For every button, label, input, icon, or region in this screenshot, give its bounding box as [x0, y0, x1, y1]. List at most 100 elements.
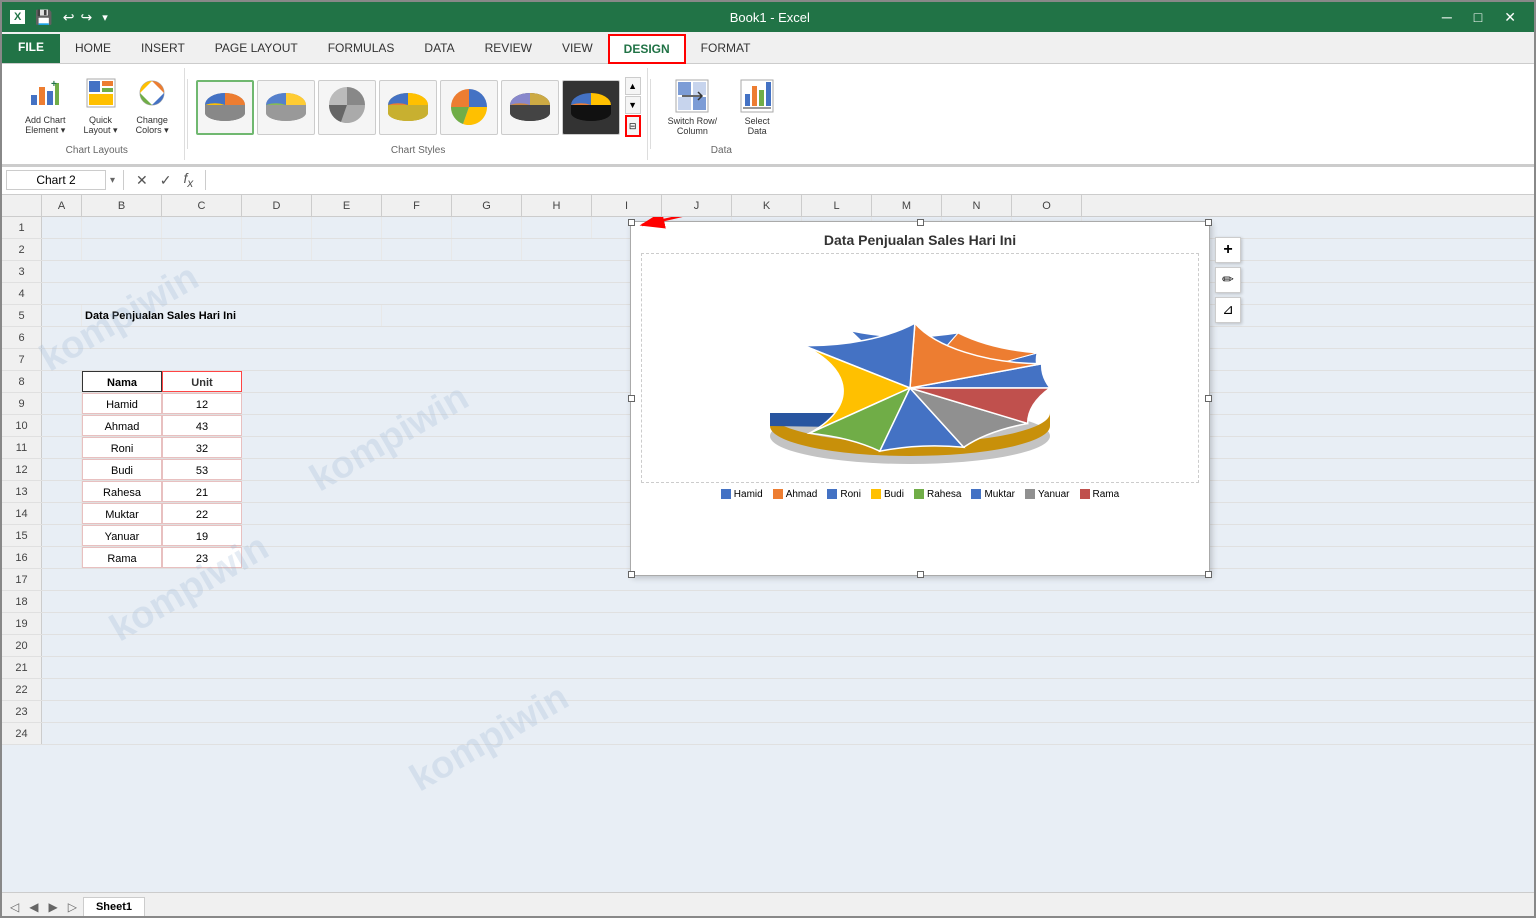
cell-b16[interactable]: Rama: [82, 547, 162, 568]
cell-g1[interactable]: [452, 217, 522, 238]
cell-f2[interactable]: [382, 239, 452, 260]
chart-handle-tc[interactable]: [917, 219, 924, 226]
undo-icon[interactable]: ↩: [63, 9, 75, 26]
sheet-nav-right[interactable]: ▷: [64, 898, 81, 916]
chart-style-7[interactable]: [562, 80, 620, 135]
col-header-g[interactable]: G: [452, 195, 522, 216]
add-chart-elements-btn[interactable]: +: [1215, 237, 1241, 263]
function-icon[interactable]: fx: [180, 170, 198, 190]
cell-b5-title[interactable]: Data Penjualan Sales Hari Ini: [82, 305, 382, 326]
col-header-n[interactable]: N: [942, 195, 1012, 216]
col-header-e[interactable]: E: [312, 195, 382, 216]
cell-b10[interactable]: Ahmad: [82, 415, 162, 436]
add-chart-element-button[interactable]: + Add ChartElement ▾: [18, 72, 73, 141]
switch-row-col-button[interactable]: Switch Row/Column: [661, 73, 725, 142]
cell-b12[interactable]: Budi: [82, 459, 162, 480]
chart-handle-tr[interactable]: [1205, 219, 1212, 226]
name-box-dropdown[interactable]: ▾: [110, 175, 115, 186]
cell-a11[interactable]: [42, 437, 82, 458]
chart-filters-btn[interactable]: ⊿: [1215, 297, 1241, 323]
cell-c13[interactable]: 21: [162, 481, 242, 502]
cell-a12[interactable]: [42, 459, 82, 480]
cell-a16[interactable]: [42, 547, 82, 568]
cell-a15[interactable]: [42, 525, 82, 546]
col-header-k[interactable]: K: [732, 195, 802, 216]
tab-view[interactable]: VIEW: [547, 34, 608, 63]
quick-layout-button[interactable]: QuickLayout ▾: [77, 72, 125, 141]
chart-handle-mr[interactable]: [1205, 395, 1212, 402]
chart-handle-bl[interactable]: [628, 571, 635, 578]
cell-b11[interactable]: Roni: [82, 437, 162, 458]
change-colors-button[interactable]: ChangeColors ▾: [129, 72, 176, 141]
cell-a10[interactable]: [42, 415, 82, 436]
cell-e1[interactable]: [312, 217, 382, 238]
cell-c11[interactable]: 32: [162, 437, 242, 458]
close-btn[interactable]: ✕: [1494, 7, 1526, 28]
cell-h1[interactable]: [522, 217, 592, 238]
cell-a8[interactable]: [42, 371, 82, 392]
col-header-j[interactable]: J: [662, 195, 732, 216]
sheet-nav-left[interactable]: ◁: [6, 898, 23, 916]
tab-insert[interactable]: INSERT: [126, 34, 200, 63]
cell-a13[interactable]: [42, 481, 82, 502]
tab-formulas[interactable]: FORMULAS: [313, 34, 410, 63]
chart-style-6[interactable]: [501, 80, 559, 135]
cell-b1[interactable]: [82, 217, 162, 238]
col-header-d[interactable]: D: [242, 195, 312, 216]
cell-c8-unit-header[interactable]: Unit: [162, 371, 242, 392]
cell-c16[interactable]: 23: [162, 547, 242, 568]
chart-handle-ml[interactable]: [628, 395, 635, 402]
cell-c1[interactable]: [162, 217, 242, 238]
cell-c12[interactable]: 53: [162, 459, 242, 480]
cell-b9[interactable]: Hamid: [82, 393, 162, 414]
col-header-h[interactable]: H: [522, 195, 592, 216]
name-box[interactable]: [6, 170, 106, 190]
save-icon[interactable]: 💾: [35, 9, 52, 26]
cell-g2[interactable]: [452, 239, 522, 260]
chart-style-1[interactable]: [196, 80, 254, 135]
cell-a9[interactable]: [42, 393, 82, 414]
col-header-a[interactable]: A: [42, 195, 82, 216]
redo-icon[interactable]: ↪: [81, 9, 93, 26]
cell-c2[interactable]: [162, 239, 242, 260]
sheet-nav-next[interactable]: ▶: [44, 898, 61, 916]
col-header-b[interactable]: B: [82, 195, 162, 216]
chart-style-2[interactable]: [257, 80, 315, 135]
cell-b13[interactable]: Rahesa: [82, 481, 162, 502]
cell-e2[interactable]: [312, 239, 382, 260]
cell-a5[interactable]: [42, 305, 82, 326]
tab-home[interactable]: HOME: [60, 34, 126, 63]
cell-c9[interactable]: 12: [162, 393, 242, 414]
chart-style-5[interactable]: [440, 80, 498, 135]
col-header-l[interactable]: L: [802, 195, 872, 216]
col-header-c[interactable]: C: [162, 195, 242, 216]
tab-data[interactable]: DATA: [409, 34, 469, 63]
confirm-formula-icon[interactable]: ✓: [156, 172, 176, 189]
cell-d1[interactable]: [242, 217, 312, 238]
cell-a1[interactable]: [42, 217, 82, 238]
select-data-button[interactable]: SelectData: [732, 73, 782, 142]
scroll-up-btn[interactable]: ▲: [625, 77, 641, 95]
tab-review[interactable]: REVIEW: [470, 34, 547, 63]
cell-b2[interactable]: [82, 239, 162, 260]
cell-f1[interactable]: [382, 217, 452, 238]
cell-c15[interactable]: 19: [162, 525, 242, 546]
tab-file[interactable]: FILE: [2, 34, 60, 63]
sheet-nav-prev[interactable]: ◀: [25, 898, 42, 916]
formula-input[interactable]: [214, 171, 1530, 189]
cell-a14[interactable]: [42, 503, 82, 524]
sheet-tab-sheet1[interactable]: Sheet1: [83, 897, 145, 916]
col-header-i[interactable]: I: [592, 195, 662, 216]
minimize-btn[interactable]: ─: [1432, 7, 1462, 28]
more-styles-btn[interactable]: ⊟: [625, 115, 641, 137]
chart-handle-bc[interactable]: [917, 571, 924, 578]
chart-handle-br[interactable]: [1205, 571, 1212, 578]
cell-b15[interactable]: Yanuar: [82, 525, 162, 546]
tab-format[interactable]: FORMAT: [686, 34, 766, 63]
cell-c10[interactable]: 43: [162, 415, 242, 436]
chart-style-3[interactable]: [318, 80, 376, 135]
chart-container[interactable]: Data Penjualan Sales Hari Ini: [630, 221, 1210, 576]
cell-c14[interactable]: 22: [162, 503, 242, 524]
maximize-btn[interactable]: □: [1464, 7, 1492, 28]
cell-b14[interactable]: Muktar: [82, 503, 162, 524]
